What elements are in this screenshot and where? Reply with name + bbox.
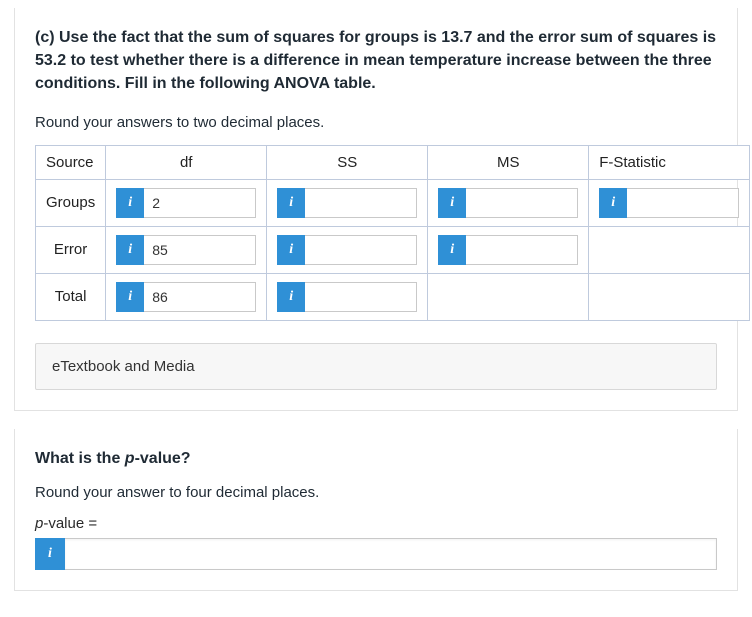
pvalue-input[interactable] bbox=[65, 538, 717, 570]
pvalue-round-hint: Round your answer to four decimal places… bbox=[35, 484, 717, 501]
error-ss-input[interactable] bbox=[305, 235, 417, 265]
row-error: Error i i i bbox=[36, 226, 750, 273]
info-icon[interactable]: i bbox=[277, 188, 305, 218]
groups-df-input[interactable] bbox=[144, 188, 256, 218]
info-icon[interactable]: i bbox=[438, 188, 466, 218]
pvalue-label-post: -value = bbox=[43, 515, 97, 532]
round-hint: Round your answers to two decimal places… bbox=[35, 114, 717, 131]
row-total: Total i i bbox=[36, 273, 750, 320]
info-icon[interactable]: i bbox=[116, 188, 144, 218]
info-icon[interactable]: i bbox=[277, 235, 305, 265]
info-icon[interactable]: i bbox=[116, 235, 144, 265]
question-prompt: (c) Use the fact that the sum of squares… bbox=[35, 26, 717, 96]
col-df: df bbox=[106, 145, 267, 179]
total-ss-input[interactable] bbox=[305, 282, 417, 312]
row-total-label: Total bbox=[36, 273, 106, 320]
groups-ss-input[interactable] bbox=[305, 188, 417, 218]
error-ss-wrap: i bbox=[277, 235, 417, 265]
error-df-wrap: i bbox=[116, 235, 256, 265]
empty-cell bbox=[589, 273, 750, 320]
pvalue-label: p-value = bbox=[35, 515, 717, 532]
pvalue-question: What is the p-value? bbox=[35, 447, 717, 470]
groups-ms-wrap: i bbox=[438, 188, 578, 218]
groups-df-wrap: i bbox=[116, 188, 256, 218]
pvalue-q-tail: -value? bbox=[135, 450, 191, 467]
groups-ms-input[interactable] bbox=[466, 188, 578, 218]
col-ms: MS bbox=[428, 145, 589, 179]
error-ms-wrap: i bbox=[438, 235, 578, 265]
info-icon[interactable]: i bbox=[599, 188, 627, 218]
col-f: F-Statistic bbox=[589, 145, 750, 179]
empty-cell bbox=[589, 226, 750, 273]
col-source: Source bbox=[36, 145, 106, 179]
error-df-input[interactable] bbox=[144, 235, 256, 265]
row-error-label: Error bbox=[36, 226, 106, 273]
pvalue-input-wrap: i bbox=[35, 538, 717, 570]
etextbook-media-button[interactable]: eTextbook and Media bbox=[35, 343, 717, 390]
groups-f-input[interactable] bbox=[627, 188, 739, 218]
col-ss: SS bbox=[267, 145, 428, 179]
anova-section: (c) Use the fact that the sum of squares… bbox=[14, 8, 738, 411]
info-icon[interactable]: i bbox=[438, 235, 466, 265]
anova-table: Source df SS MS F-Statistic Groups i i bbox=[35, 145, 750, 321]
p-italic: p bbox=[125, 450, 135, 467]
groups-f-wrap: i bbox=[599, 188, 739, 218]
info-icon[interactable]: i bbox=[35, 538, 65, 570]
total-df-input[interactable] bbox=[144, 282, 256, 312]
empty-cell bbox=[428, 273, 589, 320]
info-icon[interactable]: i bbox=[277, 282, 305, 312]
error-ms-input[interactable] bbox=[466, 235, 578, 265]
row-groups: Groups i i i i bbox=[36, 179, 750, 226]
total-ss-wrap: i bbox=[277, 282, 417, 312]
pvalue-section: What is the p-value? Round your answer t… bbox=[14, 429, 738, 591]
info-icon[interactable]: i bbox=[116, 282, 144, 312]
groups-ss-wrap: i bbox=[277, 188, 417, 218]
row-groups-label: Groups bbox=[36, 179, 106, 226]
total-df-wrap: i bbox=[116, 282, 256, 312]
pvalue-q-pre: What is the bbox=[35, 450, 125, 467]
